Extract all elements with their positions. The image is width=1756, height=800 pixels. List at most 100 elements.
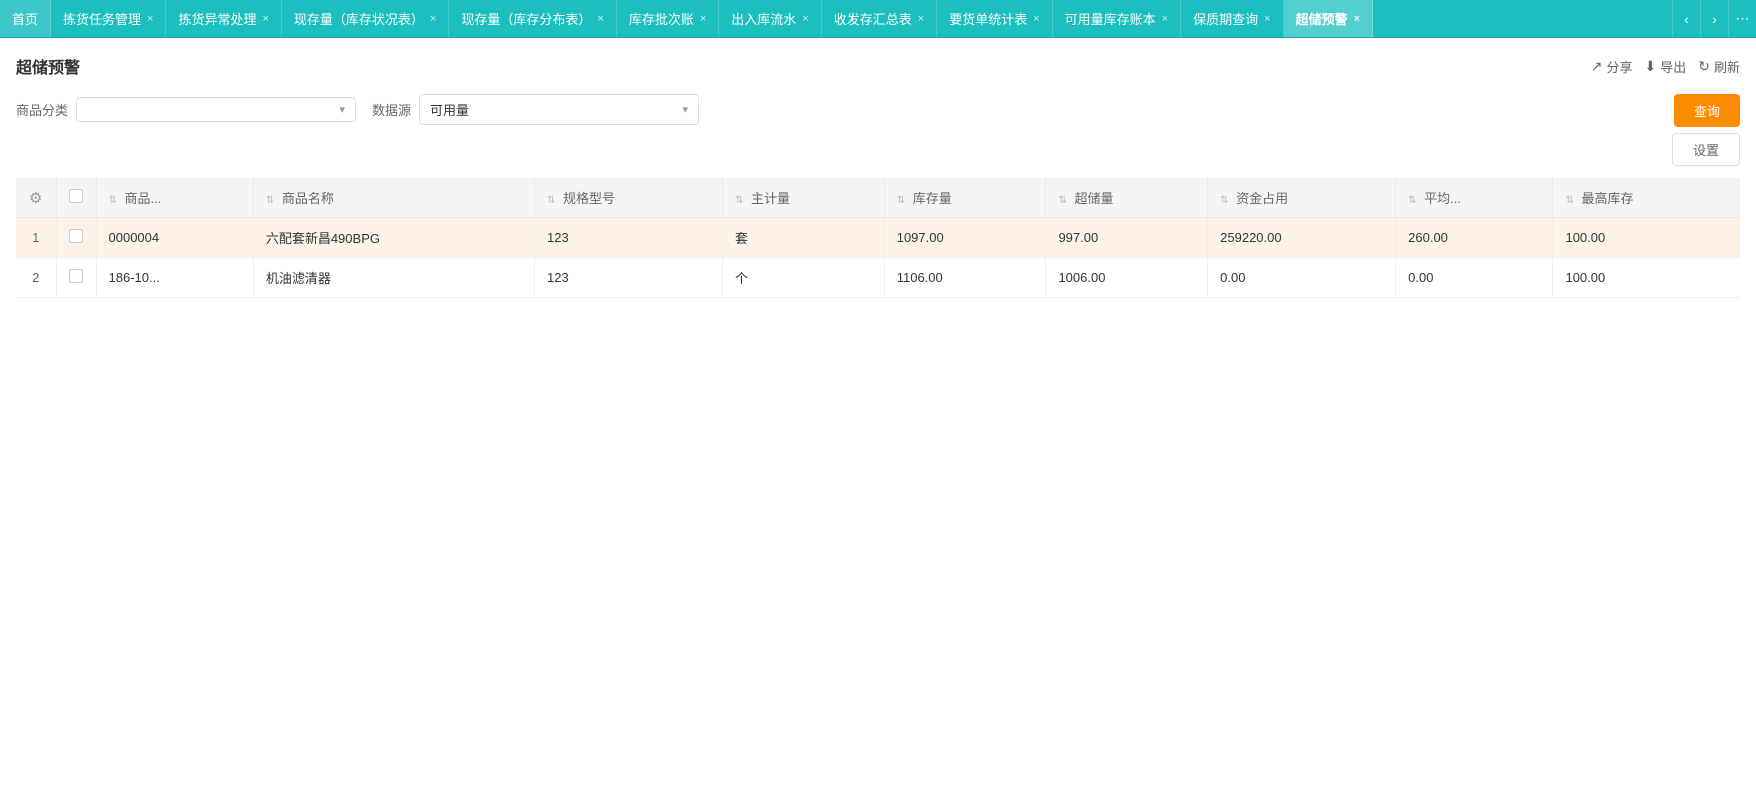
checkbox-cell-2 [56, 258, 96, 298]
max-stock-1: 100.00 [1553, 218, 1740, 258]
category-select[interactable]: ▾ [76, 97, 356, 122]
nav-item-inout[interactable]: 出入库流水 × [719, 0, 821, 37]
datasource-select[interactable]: 可用量 ▾ [419, 94, 699, 125]
spec-1: 123 [535, 218, 723, 258]
chevron-down-icon: ▾ [339, 103, 345, 116]
datasource-filter: 数据源 可用量 ▾ [372, 94, 699, 125]
nav-prev-button[interactable]: ‹ [1672, 0, 1700, 37]
col-product-code: ⇅ 商品... [96, 178, 253, 218]
nav-item-available[interactable]: 可用量库存账本 × [1053, 0, 1181, 37]
sort-icon[interactable]: ⇅ [897, 195, 905, 206]
data-table: ⚙ ⇅ 商品... ⇅ 商品名称 ⇅ 规格型号 ⇅ [16, 178, 1740, 298]
refresh-icon: ↻ [1698, 58, 1710, 75]
close-icon[interactable]: × [700, 13, 706, 25]
col-stock-qty: ⇅ 库存量 [884, 178, 1046, 218]
page-title: 超储预警 [16, 54, 80, 78]
over-qty-2: 1006.00 [1046, 258, 1208, 298]
nav-item-exception[interactable]: 拣货异常处理 × [166, 0, 281, 37]
table-row: 2 186-10... 机油滤清器 123 个 1106.00 1006.00 … [16, 258, 1740, 298]
product-name-2: 机油滤清器 [253, 258, 534, 298]
nav-item-home[interactable]: 首页 [0, 0, 51, 37]
col-avg: ⇅ 平均... [1396, 178, 1553, 218]
sort-icon[interactable]: ⇅ [547, 195, 555, 206]
col-spec: ⇅ 规格型号 [535, 178, 723, 218]
unit-1: 套 [723, 218, 885, 258]
avg-1: 260.00 [1396, 218, 1553, 258]
close-icon[interactable]: × [802, 13, 808, 25]
col-unit: ⇅ 主计量 [723, 178, 885, 218]
category-filter: 商品分类 ▾ [16, 97, 356, 122]
chevron-down-icon: ▾ [683, 103, 689, 116]
capital-2: 0.00 [1208, 258, 1396, 298]
settings-col-header: ⚙ [16, 178, 56, 218]
spec-2: 123 [535, 258, 723, 298]
export-icon: ⬇ [1645, 58, 1657, 75]
product-code-1: 0000004 [96, 218, 253, 258]
unit-2: 个 [723, 258, 885, 298]
table-row: 1 0000004 六配套新昌490BPG 123 套 1097.00 997.… [16, 218, 1740, 258]
row-num-1: 1 [16, 218, 56, 258]
close-icon[interactable]: × [1033, 13, 1039, 25]
max-stock-2: 100.00 [1553, 258, 1740, 298]
col-capital: ⇅ 资金占用 [1208, 178, 1396, 218]
sort-icon[interactable]: ⇅ [1220, 195, 1228, 206]
table-header-row: ⚙ ⇅ 商品... ⇅ 商品名称 ⇅ 规格型号 ⇅ [16, 178, 1740, 218]
row-checkbox[interactable] [69, 229, 83, 243]
nav-item-stock-dist[interactable]: 现存量（库存分布表） × [449, 0, 616, 37]
category-label: 商品分类 [16, 100, 68, 119]
row-checkbox[interactable] [69, 269, 83, 283]
top-navigation: 首页 拣货任务管理 × 拣货异常处理 × 现存量（库存状况表） × 现存量（库存… [0, 0, 1756, 38]
close-icon[interactable]: × [147, 13, 153, 25]
nav-next-button[interactable]: › [1700, 0, 1728, 37]
share-icon: ↗ [1591, 58, 1603, 75]
share-button[interactable]: ↗ 分享 [1591, 57, 1633, 76]
over-qty-1: 997.00 [1046, 218, 1208, 258]
sort-icon[interactable]: ⇅ [1565, 195, 1573, 206]
nav-item-task[interactable]: 拣货任务管理 × [51, 0, 166, 37]
export-button[interactable]: ⬇ 导出 [1645, 57, 1687, 76]
nav-item-summary[interactable]: 收发存汇总表 × [822, 0, 937, 37]
close-icon[interactable]: × [918, 13, 924, 25]
page-actions: ↗ 分享 ⬇ 导出 ↻ 刷新 [1591, 57, 1740, 76]
nav-item-batch[interactable]: 库存批次账 × [617, 0, 719, 37]
query-button[interactable]: 查询 [1674, 94, 1740, 127]
close-icon[interactable]: × [597, 13, 603, 25]
stock-qty-2: 1106.00 [884, 258, 1046, 298]
filter-area: 商品分类 ▾ 数据源 可用量 ▾ [16, 94, 699, 125]
sort-icon[interactable]: ⇅ [1058, 195, 1066, 206]
stock-qty-1: 1097.00 [884, 218, 1046, 258]
product-name-1: 六配套新昌490BPG [253, 218, 534, 258]
nav-more-button[interactable]: ⋯ [1728, 0, 1756, 37]
select-all-checkbox[interactable] [69, 189, 83, 203]
datasource-label: 数据源 [372, 100, 411, 119]
sort-icon[interactable]: ⇅ [735, 195, 743, 206]
nav-item-expiry[interactable]: 保质期查询 × [1181, 0, 1283, 37]
capital-1: 259220.00 [1208, 218, 1396, 258]
sort-icon[interactable]: ⇅ [266, 195, 274, 206]
sort-icon[interactable]: ⇅ [1408, 195, 1416, 206]
page-header: 超储预警 ↗ 分享 ⬇ 导出 ↻ 刷新 [16, 54, 1740, 78]
refresh-button[interactable]: ↻ 刷新 [1698, 57, 1740, 76]
datasource-value: 可用量 [430, 100, 469, 119]
close-icon[interactable]: × [1162, 13, 1168, 25]
close-icon[interactable]: × [1354, 13, 1360, 25]
page-container: 超储预警 ↗ 分享 ⬇ 导出 ↻ 刷新 商品分类 ▾ [0, 38, 1756, 800]
row-num-2: 2 [16, 258, 56, 298]
nav-item-overstock[interactable]: 超储预警 × [1284, 0, 1373, 37]
avg-2: 0.00 [1396, 258, 1553, 298]
nav-item-stock-status[interactable]: 现存量（库存状况表） × [282, 0, 449, 37]
close-icon[interactable]: × [430, 13, 436, 25]
settings-button[interactable]: 设置 [1672, 133, 1740, 166]
gear-icon[interactable]: ⚙ [29, 190, 42, 207]
col-product-name: ⇅ 商品名称 [253, 178, 534, 218]
col-max-stock: ⇅ 最高库存 [1553, 178, 1740, 218]
product-code-2: 186-10... [96, 258, 253, 298]
sort-icon[interactable]: ⇅ [109, 195, 117, 206]
nav-arrows: ‹ › ⋯ [1672, 0, 1756, 37]
close-icon[interactable]: × [262, 13, 268, 25]
action-buttons: 查询 设置 [1672, 94, 1740, 166]
close-icon[interactable]: × [1264, 13, 1270, 25]
col-over-qty: ⇅ 超储量 [1046, 178, 1208, 218]
checkbox-cell-1 [56, 218, 96, 258]
nav-item-purchase[interactable]: 要货单统计表 × [937, 0, 1052, 37]
